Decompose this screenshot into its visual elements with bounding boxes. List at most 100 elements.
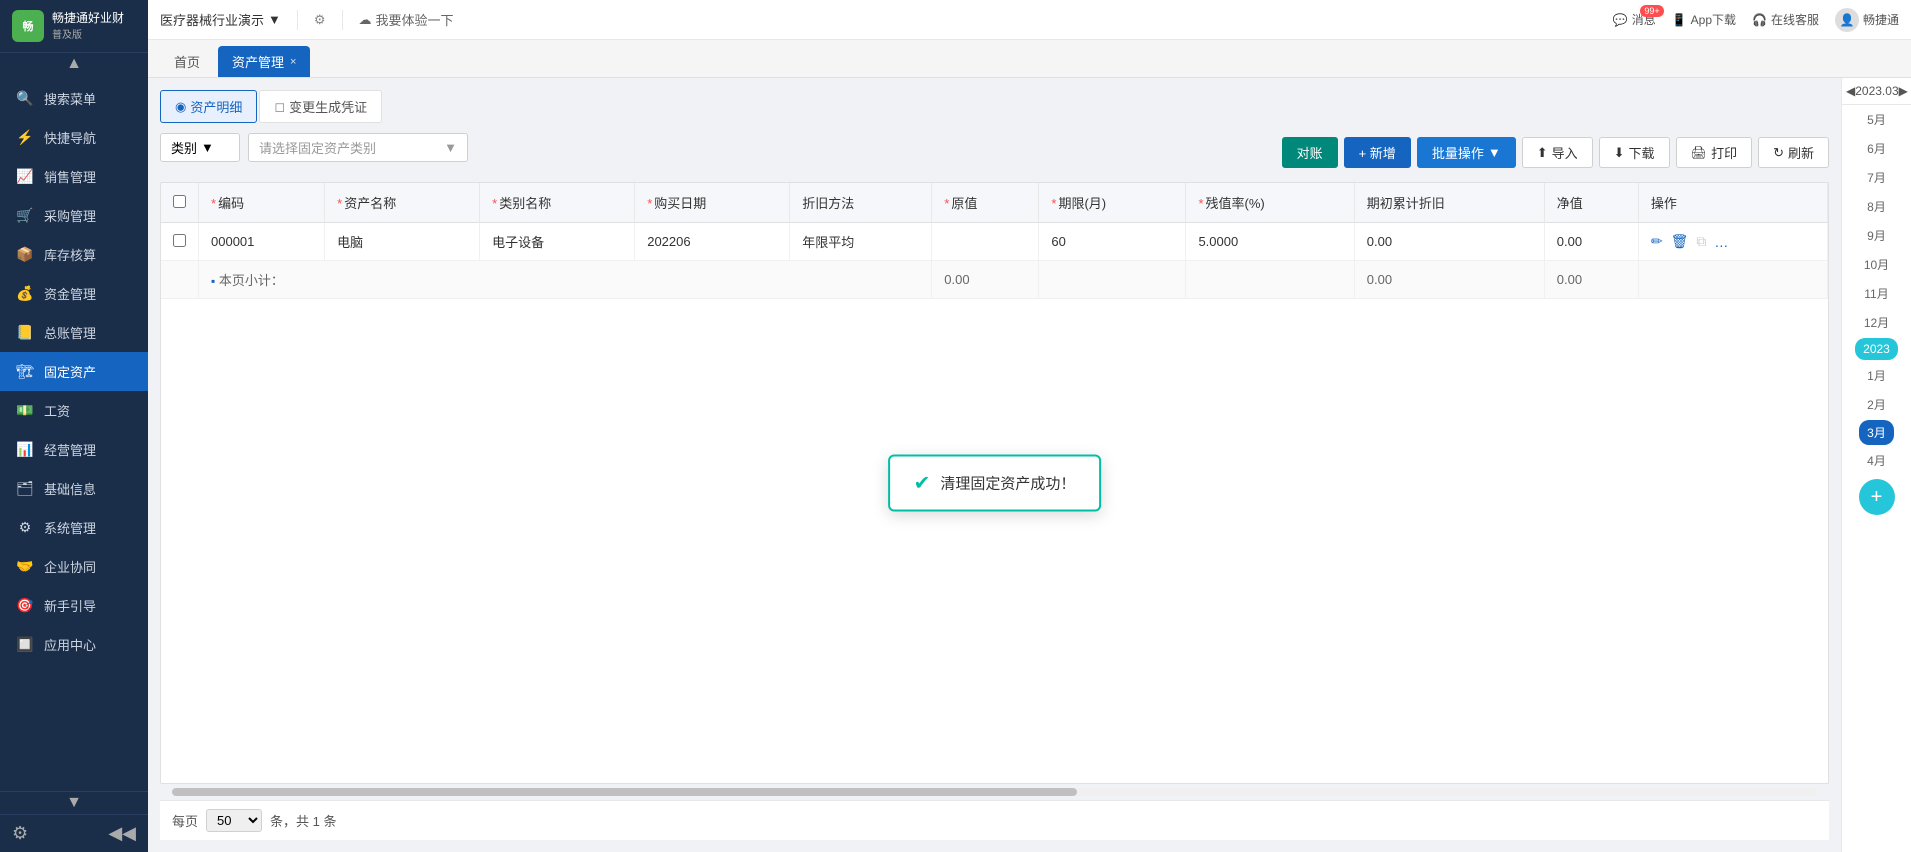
success-toast: ✔ 清理固定资产成功！ [888, 455, 1102, 512]
sidebar-item-guide[interactable]: 🎯 新手引导 [0, 586, 148, 625]
gear-settings-icon[interactable]: ⚙ [314, 12, 326, 28]
download-icon: 📱 [1672, 13, 1687, 27]
sidebar-item-fixed-assets[interactable]: 🏗 固定资产 [0, 352, 148, 391]
download-button[interactable]: ⬇ 下载 [1599, 137, 1670, 168]
settings-icon[interactable]: ⚙ [12, 823, 28, 844]
timeline-month-8[interactable]: 8月 [1842, 192, 1911, 221]
sidebar-item-operations[interactable]: 📊 经营管理 [0, 430, 148, 469]
batch-chevron-icon: ▼ [1488, 145, 1501, 160]
timeline-month-11[interactable]: 11月 [1842, 279, 1911, 308]
ledger-icon: 📒 [16, 324, 34, 342]
user-avatar: 👤 [1835, 8, 1859, 32]
subtotal-empty2 [1039, 261, 1186, 299]
tab-asset-management[interactable]: 资产管理 × [218, 46, 310, 77]
col-code: *编码 [199, 183, 325, 223]
sales-icon: 📈 [16, 168, 34, 186]
sidebar-item-payroll[interactable]: 💵 工资 [0, 391, 148, 430]
sub-tab-change-voucher[interactable]: ◻ 变更生成凭证 [259, 90, 382, 123]
timeline-month-4[interactable]: 4月 [1842, 446, 1911, 475]
more-icon[interactable]: … [1714, 234, 1728, 250]
tab-close-icon[interactable]: × [290, 56, 296, 68]
add-month-button[interactable]: + [1859, 479, 1895, 515]
user-menu-button[interactable]: 👤 畅捷通 [1835, 8, 1899, 32]
sidebar-scroll-up[interactable]: ▲ [66, 55, 82, 72]
sidebar-scroll-down[interactable]: ▼ [66, 794, 82, 811]
topbar-right: 💬 消息 99+ 📱 App下载 🎧 在线客服 👤 畅捷通 [1613, 8, 1899, 32]
timeline-months: 5月 6月 7月 8月 9月 10月 11月 12月 2023 1月 2月 3月… [1842, 105, 1911, 852]
sidebar-item-label: 资金管理 [44, 284, 96, 303]
cell-category: 电子设备 [480, 223, 635, 261]
delete-icon[interactable]: 🗑 [1671, 233, 1689, 250]
copy-icon[interactable]: ⧉ [1696, 233, 1706, 250]
timeline-month-3-current[interactable]: 3月 [1859, 420, 1894, 445]
import-icon: ⬆ [1537, 145, 1548, 161]
cell-depreciation-method: 年限平均 [790, 223, 932, 261]
timeline-month-12[interactable]: 12月 [1842, 308, 1911, 337]
category-filter[interactable]: 类别 ▼ [160, 133, 240, 162]
sidebar-item-label: 库存核算 [44, 245, 96, 264]
sidebar-item-quick-nav[interactable]: ⚡ 快捷导航 [0, 118, 148, 157]
refresh-button[interactable]: ↻ 刷新 [1758, 137, 1829, 168]
category-input[interactable]: 请选择固定资产类别 ▼ [248, 133, 468, 162]
left-arrow-icon[interactable]: ◀ [1846, 84, 1855, 98]
sidebar-item-apps[interactable]: 🔲 应用中心 [0, 625, 148, 664]
table-scrollbar[interactable] [172, 788, 1817, 796]
col-purchase-date: *购买日期 [635, 183, 790, 223]
message-button[interactable]: 💬 消息 99+ [1613, 11, 1656, 28]
select-all-checkbox[interactable] [173, 195, 186, 208]
row-checkbox-cell [161, 223, 199, 261]
timeline-month-1[interactable]: 1月 [1842, 361, 1911, 390]
right-arrow-icon[interactable]: ▶ [1899, 84, 1908, 98]
sidebar-item-label: 企业协同 [44, 557, 96, 576]
batch-ops-button[interactable]: 批量操作 ▼ [1417, 137, 1516, 168]
timeline-month-7[interactable]: 7月 [1842, 163, 1911, 192]
sidebar: 畅 畅捷通好业财 普及版 ▲ 🔍 搜索菜单 ⚡ 快捷导航 📈 销售管理 🛒 采购… [0, 0, 148, 852]
timeline-month-9[interactable]: 9月 [1842, 221, 1911, 250]
inventory-icon: 📦 [16, 246, 34, 264]
sidebar-item-basic-info[interactable]: 🗂 基础信息 [0, 469, 148, 508]
reconcile-button[interactable]: 对账 [1282, 137, 1338, 168]
sub-tab-asset-detail[interactable]: ◉ 资产明细 [160, 90, 257, 123]
system-icon: ⚙ [16, 519, 34, 537]
timeline-month-10[interactable]: 10月 [1842, 250, 1911, 279]
sidebar-item-inventory[interactable]: 📦 库存核算 [0, 235, 148, 274]
sidebar-item-ledger[interactable]: 📒 总账管理 [0, 313, 148, 352]
experience-button[interactable]: ☁ 我要体验一下 [359, 10, 454, 29]
app-download-button[interactable]: 📱 App下载 [1672, 11, 1736, 28]
sidebar-item-cooperation[interactable]: 🤝 企业协同 [0, 547, 148, 586]
new-button[interactable]: + 新增 [1344, 137, 1411, 168]
company-selector[interactable]: 医疗器械行业演示 ▼ [160, 10, 281, 29]
cell-purchase-date: 202206 [635, 223, 790, 261]
sidebar-item-purchase[interactable]: 🛒 采购管理 [0, 196, 148, 235]
row-checkbox[interactable] [173, 234, 186, 247]
timeline-month-2[interactable]: 2月 [1842, 390, 1911, 419]
company-name: 医疗器械行业演示 [160, 10, 264, 29]
customer-service-button[interactable]: 🎧 在线客服 [1752, 11, 1819, 28]
sidebar-item-label: 销售管理 [44, 167, 96, 186]
tab-home[interactable]: 首页 [160, 46, 214, 77]
right-panel-header: ◀ 2023.03 ▶ [1842, 78, 1911, 105]
sidebar-item-label: 工资 [44, 401, 70, 420]
basic-info-icon: 🗂 [16, 480, 34, 498]
timeline-month-5[interactable]: 5月 [1842, 105, 1911, 134]
timeline-month-6[interactable]: 6月 [1842, 134, 1911, 163]
sidebar-item-sales[interactable]: 📈 销售管理 [0, 157, 148, 196]
apps-icon: 🔲 [16, 636, 34, 654]
collapse-icon[interactable]: ◀◀ [108, 823, 136, 844]
topbar: 医疗器械行业演示 ▼ ⚙ ☁ 我要体验一下 💬 消息 99+ 📱 App下载 🎧… [148, 0, 1911, 40]
message-badge: 99+ [1640, 5, 1663, 17]
sidebar-item-system[interactable]: ⚙ 系统管理 [0, 508, 148, 547]
cloud-icon: ☁ [359, 12, 372, 28]
cell-name: 电脑 [325, 223, 480, 261]
pagination: 每页 50 100 200 条，共 1 条 [160, 800, 1829, 840]
import-button[interactable]: ⬆ 导入 [1522, 137, 1593, 168]
print-button[interactable]: 🖨 打印 [1676, 137, 1753, 168]
filter-chevron-icon: ▼ [201, 140, 214, 155]
subtotal-original: 0.00 [932, 261, 1039, 299]
timeline-year-2023[interactable]: 2023 [1855, 338, 1898, 360]
sidebar-item-finance[interactable]: 💰 资金管理 [0, 274, 148, 313]
operations-icon: 📊 [16, 441, 34, 459]
edit-icon[interactable]: ✏ [1651, 233, 1663, 250]
page-size-select[interactable]: 50 100 200 [206, 809, 262, 832]
sidebar-item-search[interactable]: 🔍 搜索菜单 [0, 79, 148, 118]
